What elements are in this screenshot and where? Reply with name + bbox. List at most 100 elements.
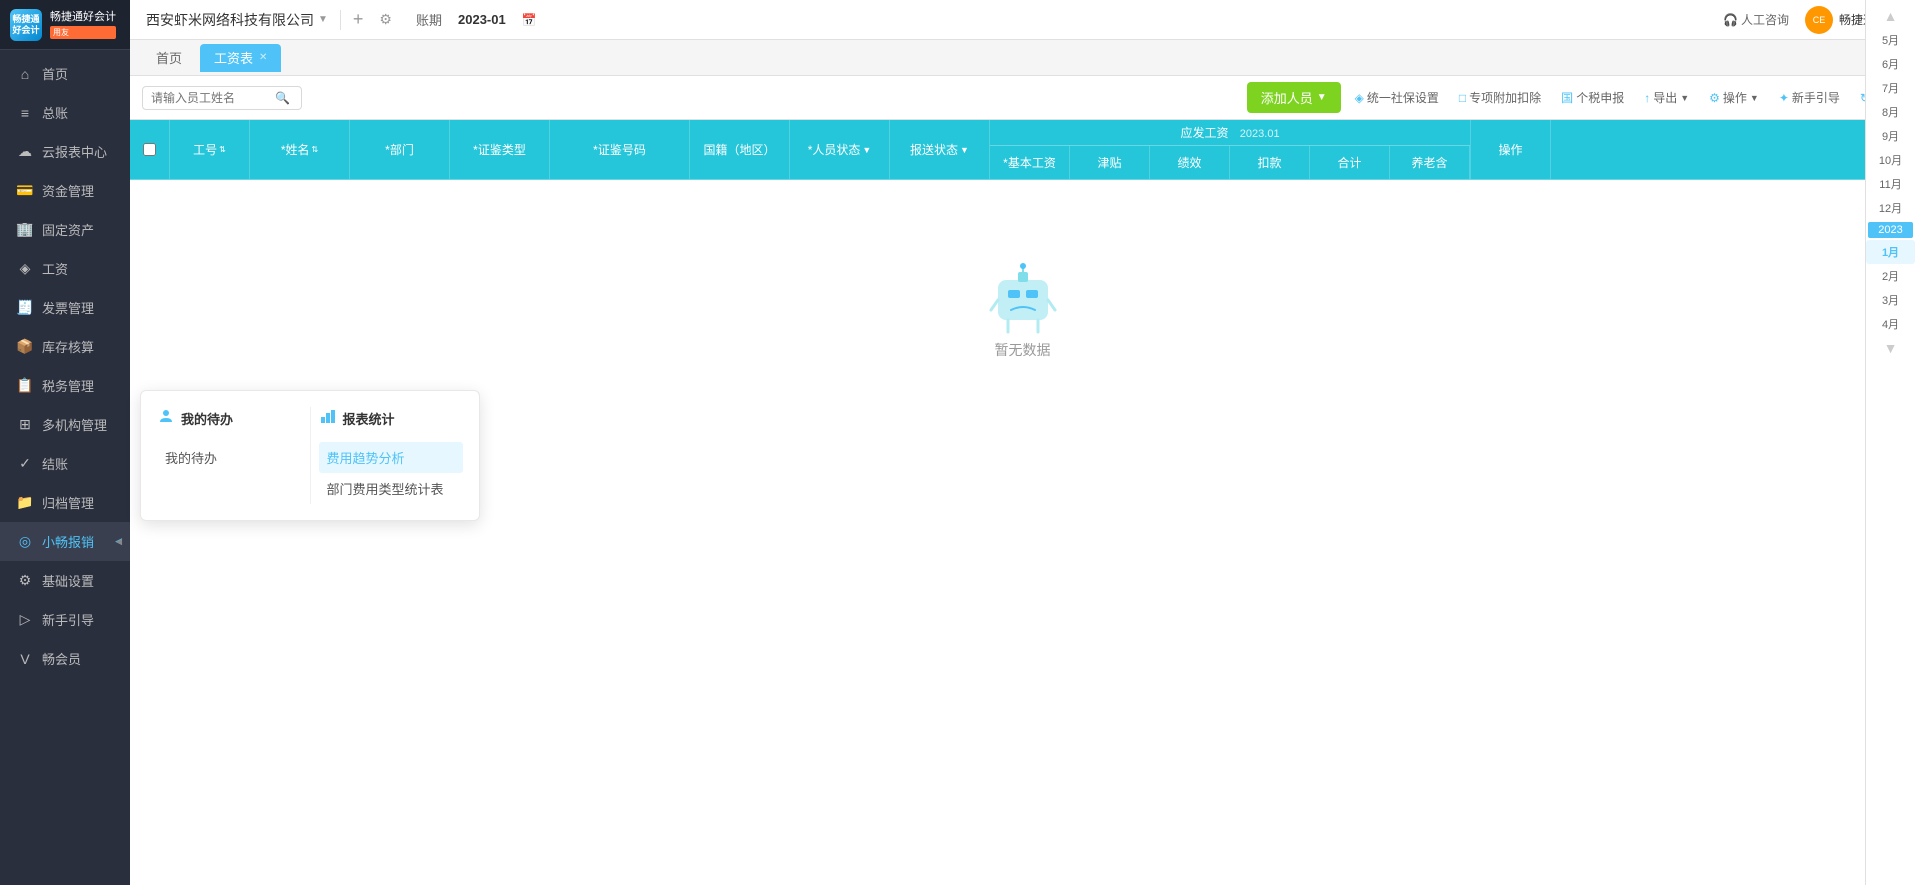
th-ops-label: 操作 bbox=[1498, 141, 1522, 158]
sidebar-item-label: 新手引导 bbox=[42, 610, 94, 629]
th-dept[interactable]: *部门 bbox=[350, 120, 450, 179]
th-performance[interactable]: 绩效 bbox=[1150, 146, 1230, 179]
th-idtype[interactable]: *证鉴类型 bbox=[450, 120, 550, 179]
tab-salary-close[interactable]: ✕ bbox=[259, 52, 267, 63]
timeline-2[interactable]: 2月 bbox=[1866, 264, 1915, 288]
th-total-label: 合计 bbox=[1337, 154, 1361, 171]
sidebar-item-invoice[interactable]: 🧾 发票管理 bbox=[0, 288, 130, 327]
th-nation[interactable]: 国籍（地区） bbox=[690, 120, 790, 179]
timeline-up[interactable]: ▲ bbox=[1880, 4, 1902, 28]
settings-button[interactable]: ⚙ bbox=[379, 11, 392, 28]
timeline-11[interactable]: 11月 bbox=[1866, 172, 1915, 196]
th-base[interactable]: *基本工资 bbox=[990, 146, 1070, 179]
sidebar-item-xiaochang[interactable]: ◎ 小畅报销 ◀ bbox=[0, 522, 130, 561]
sidebar-item-label: 固定资产 bbox=[42, 220, 94, 239]
sidebar-item-inventory[interactable]: 📦 库存核算 bbox=[0, 327, 130, 366]
th-total[interactable]: 合计 bbox=[1310, 146, 1390, 179]
search-input[interactable] bbox=[151, 91, 271, 105]
archive-icon: 📁 bbox=[16, 494, 34, 511]
calendar-icon[interactable]: 📅 bbox=[522, 13, 537, 27]
mywork-icon bbox=[157, 407, 175, 430]
header-bar: 西安虾米网络科技有限公司 ▼ + ⚙ 账期 2023-01 📅 🎧 人工咨询 C… bbox=[130, 0, 1915, 40]
header-divider bbox=[340, 10, 341, 30]
company-selector[interactable]: 西安虾米网络科技有限公司 ▼ bbox=[146, 10, 328, 30]
th-send[interactable]: 报送状态 ▼ bbox=[890, 120, 990, 179]
popup-item-cost-trend-label: 费用趋势分析 bbox=[327, 451, 405, 466]
sidebar-item-cloud-report[interactable]: ☁ 云报表中心 bbox=[0, 132, 130, 171]
company-dropdown-arrow: ▼ bbox=[318, 14, 328, 25]
sidebar-item-multi-org[interactable]: ⊞ 多机构管理 bbox=[0, 405, 130, 444]
th-status[interactable]: *人员状态 ▼ bbox=[790, 120, 890, 179]
select-all-checkbox[interactable] bbox=[143, 143, 156, 156]
timeline-12[interactable]: 12月 bbox=[1866, 196, 1915, 220]
timeline-8[interactable]: 8月 bbox=[1866, 100, 1915, 124]
th-jobno[interactable]: 工号 ⇅ bbox=[170, 120, 250, 179]
sidebar-item-salary[interactable]: ◈ 工资 bbox=[0, 249, 130, 288]
timeline-4[interactable]: 4月 bbox=[1866, 312, 1915, 336]
tab-bar: 首页 工资表 ✕ ✕ bbox=[130, 40, 1915, 76]
sidebar-item-ledger[interactable]: ≡ 总账 bbox=[0, 93, 130, 132]
sidebar-item-fund[interactable]: 💳 资金管理 bbox=[0, 171, 130, 210]
tax-button[interactable]: 国 个税申报 bbox=[1555, 85, 1630, 110]
home-icon: ⌂ bbox=[16, 66, 34, 82]
company-name: 西安虾米网络科技有限公司 bbox=[146, 10, 314, 30]
social-security-button[interactable]: ◈ 统一社保设置 bbox=[1349, 85, 1445, 110]
sidebar-item-label: 首页 bbox=[42, 64, 68, 83]
popup-item-mywork-label: 我的待办 bbox=[165, 451, 217, 466]
timeline-7[interactable]: 7月 bbox=[1866, 76, 1915, 100]
tab-home[interactable]: 首页 bbox=[142, 44, 196, 72]
popup-item-mywork[interactable]: 我的待办 bbox=[157, 442, 302, 473]
service-button[interactable]: 🎧 人工咨询 bbox=[1723, 11, 1789, 28]
popup-item-dept-cost[interactable]: 部门费用类型统计表 bbox=[319, 473, 464, 504]
add-company-button[interactable]: + bbox=[353, 9, 364, 30]
th-deduct[interactable]: 扣款 bbox=[1230, 146, 1310, 179]
timeline-5[interactable]: 5月 bbox=[1866, 28, 1915, 52]
sidebar-item-tax[interactable]: 📋 税务管理 bbox=[0, 366, 130, 405]
timeline-1[interactable]: 1月 bbox=[1866, 240, 1915, 264]
th-pension[interactable]: 养老含 bbox=[1390, 146, 1470, 179]
timeline-3[interactable]: 3月 bbox=[1866, 288, 1915, 312]
multi-org-icon: ⊞ bbox=[16, 416, 34, 433]
user-avatar: CE bbox=[1805, 6, 1833, 34]
timeline-6[interactable]: 6月 bbox=[1866, 52, 1915, 76]
th-name[interactable]: *姓名 ⇅ bbox=[250, 120, 350, 179]
th-subsidy[interactable]: 津贴 bbox=[1070, 146, 1150, 179]
sidebar-item-label: 云报表中心 bbox=[42, 142, 107, 161]
timeline-down[interactable]: ▼ bbox=[1880, 336, 1902, 360]
tab-salary[interactable]: 工资表 ✕ bbox=[200, 44, 281, 72]
operation-button[interactable]: ⚙ 操作 ▼ bbox=[1703, 85, 1765, 110]
sidebar-item-fixed-assets[interactable]: 🏢 固定资产 bbox=[0, 210, 130, 249]
special-deduct-button[interactable]: □ 专项附加扣除 bbox=[1453, 85, 1547, 110]
sidebar-item-settle[interactable]: ✓ 结账 bbox=[0, 444, 130, 483]
sidebar-item-label: 小畅报销 bbox=[42, 532, 94, 551]
sidebar-item-basic[interactable]: ⚙ 基础设置 bbox=[0, 561, 130, 600]
sidebar-item-label: 发票管理 bbox=[42, 298, 94, 317]
table-header-row1: 工号 ⇅ *姓名 ⇅ *部门 *证鉴类型 *证鉴号码 国籍（地区） bbox=[130, 120, 1915, 180]
th-salary-group-title: 应发工资 2023.01 bbox=[990, 120, 1470, 146]
th-checkbox[interactable] bbox=[130, 120, 170, 179]
timeline-9[interactable]: 9月 bbox=[1866, 124, 1915, 148]
sidebar-item-archive[interactable]: 📁 归档管理 bbox=[0, 483, 130, 522]
sort-icon: ⇅ bbox=[311, 145, 318, 154]
add-person-label: 添加人员 bbox=[1261, 88, 1313, 107]
add-person-button[interactable]: 添加人员 ▼ bbox=[1247, 82, 1341, 113]
sidebar-item-label: 总账 bbox=[42, 103, 68, 122]
popup-col2-title-text: 报表统计 bbox=[343, 409, 395, 428]
export-button[interactable]: ↑ 导出 ▼ bbox=[1638, 85, 1695, 110]
guide-button[interactable]: ✦ 新手引导 bbox=[1773, 85, 1846, 110]
th-idno[interactable]: *证鉴号码 bbox=[550, 120, 690, 179]
sidebar-item-guide[interactable]: ▷ 新手引导 bbox=[0, 600, 130, 639]
th-idno-label: *证鉴号码 bbox=[593, 141, 646, 158]
timeline-10[interactable]: 10月 bbox=[1866, 148, 1915, 172]
sidebar-item-member[interactable]: V 畅会员 bbox=[0, 639, 130, 678]
popup-item-cost-trend[interactable]: 费用趋势分析 bbox=[319, 442, 464, 473]
search-box: 🔍 bbox=[142, 86, 302, 110]
filter-icon[interactable]: ▼ bbox=[862, 145, 871, 155]
guide-icon: ✦ bbox=[1779, 91, 1789, 105]
export-dropdown-arrow: ▼ bbox=[1680, 93, 1689, 103]
tab-salary-label: 工资表 bbox=[214, 48, 253, 67]
sidebar-item-home[interactable]: ⌂ 首页 bbox=[0, 54, 130, 93]
filter-icon[interactable]: ▼ bbox=[960, 145, 969, 155]
settings-icon: ⚙ bbox=[16, 572, 34, 589]
submenu-arrow: ◀ bbox=[115, 536, 122, 547]
